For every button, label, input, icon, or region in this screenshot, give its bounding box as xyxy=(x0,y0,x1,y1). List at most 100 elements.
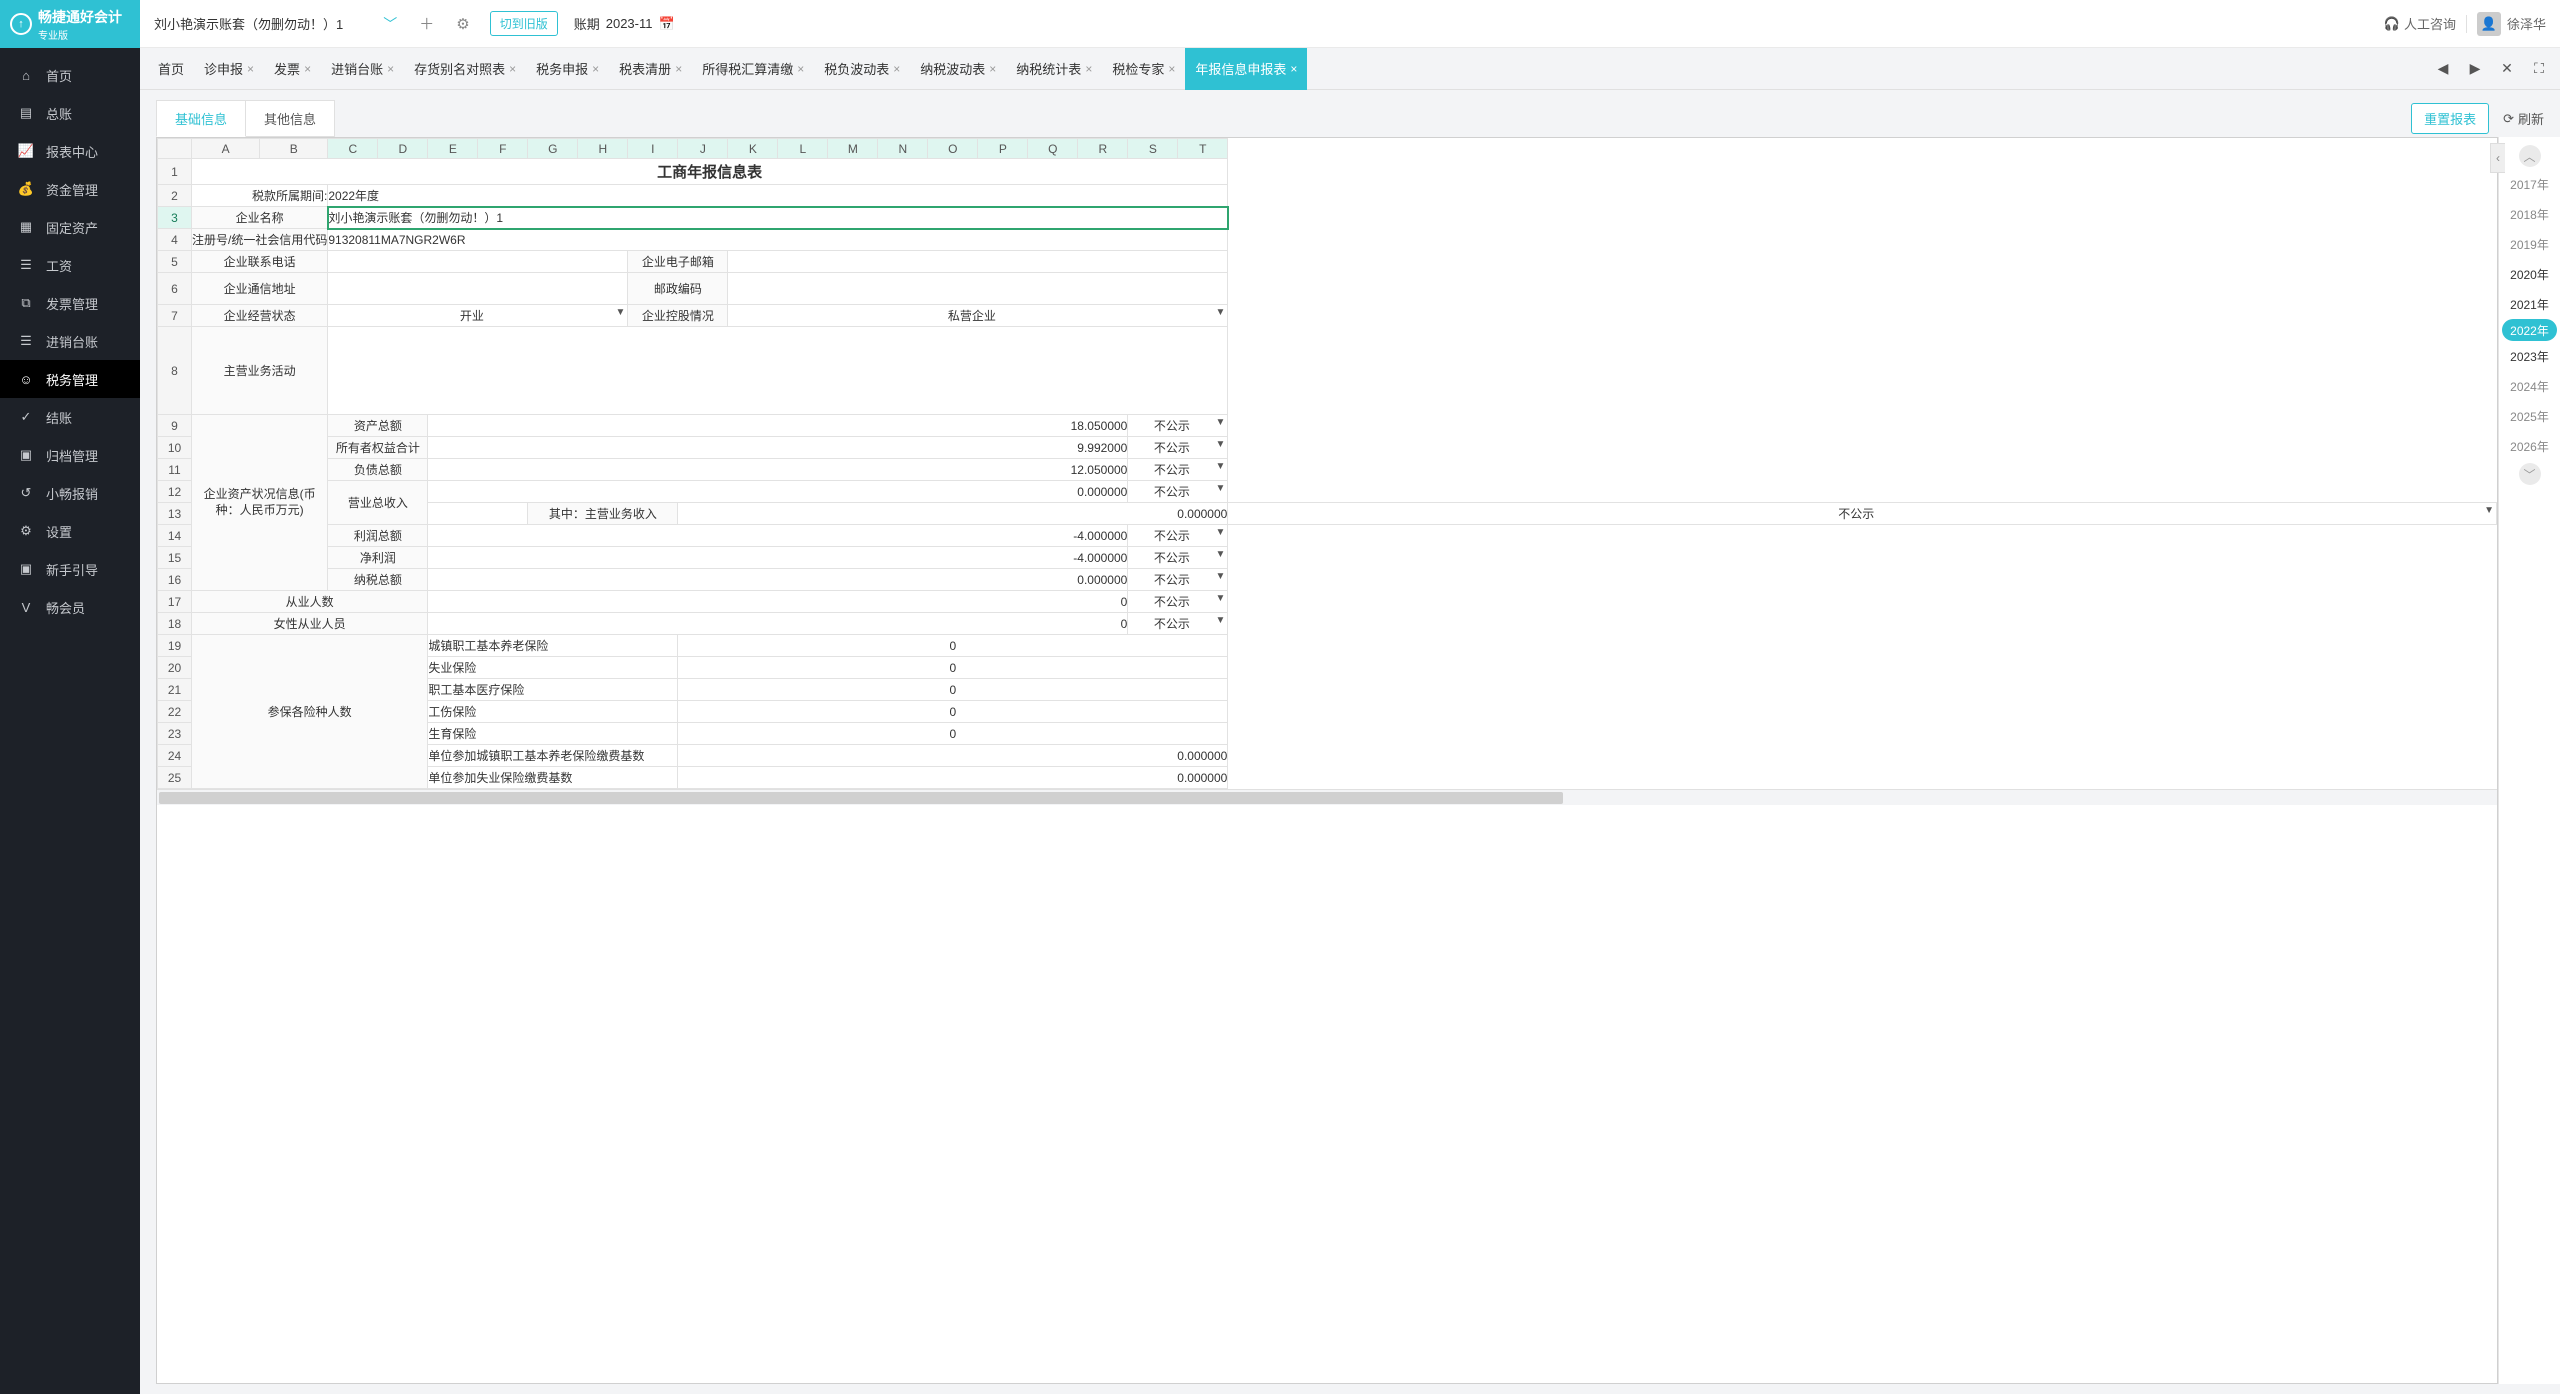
subtab[interactable]: 其他信息 xyxy=(246,100,335,137)
value-cell[interactable]: 2022年度 xyxy=(328,185,1228,207)
sidebar-item[interactable]: ⚙设置 xyxy=(0,512,140,550)
tab[interactable]: 进销台账× xyxy=(321,48,404,90)
close-icon[interactable]: × xyxy=(1085,62,1092,76)
dropdown-icon[interactable]: ▼ xyxy=(2484,505,2494,516)
close-icon[interactable]: × xyxy=(387,62,394,76)
dropdown-icon[interactable]: ▼ xyxy=(1215,571,1225,582)
dropdown-icon[interactable]: ▼ xyxy=(1215,549,1225,560)
value-cell[interactable] xyxy=(728,251,1228,273)
sidebar-item[interactable]: ▣归档管理 xyxy=(0,436,140,474)
value-cell[interactable]: 0.000000 xyxy=(428,481,1128,503)
tab-next-button[interactable]: ▶ xyxy=(2462,56,2488,82)
close-icon[interactable]: × xyxy=(304,62,311,76)
row-header[interactable]: 25 xyxy=(158,767,192,789)
column-header[interactable]: C xyxy=(328,139,378,159)
tab[interactable]: 存货别名对照表× xyxy=(404,48,526,90)
sidebar-item[interactable]: 💰资金管理 xyxy=(0,170,140,208)
switch-old-button[interactable]: 切到旧版 xyxy=(490,11,558,36)
value-cell[interactable]: 0.000000 xyxy=(428,569,1128,591)
dropdown-icon[interactable]: ▼ xyxy=(1215,483,1225,494)
column-header[interactable]: A xyxy=(192,139,260,159)
value-cell[interactable]: 12.050000 xyxy=(428,459,1128,481)
row-header[interactable]: 9 xyxy=(158,415,192,437)
tab[interactable]: 所得税汇算清缴× xyxy=(692,48,814,90)
value-cell[interactable]: 刘小艳演示账套（勿删勿动！）1 xyxy=(328,207,1228,229)
dropdown-cell[interactable]: 不公示▼ xyxy=(1128,415,1228,437)
dropdown-icon[interactable]: ▼ xyxy=(615,307,625,318)
value-cell[interactable]: 9.992000 xyxy=(428,437,1128,459)
dropdown-cell[interactable]: 不公示▼ xyxy=(1128,481,1228,503)
close-icon[interactable]: × xyxy=(893,62,900,76)
row-header[interactable]: 22 xyxy=(158,701,192,723)
row-header[interactable]: 20 xyxy=(158,657,192,679)
sidebar-item[interactable]: ↺小畅报销 xyxy=(0,474,140,512)
column-header[interactable]: O xyxy=(928,139,978,159)
sidebar-item[interactable]: ⌂首页 xyxy=(0,56,140,94)
sidebar-item[interactable]: ⧉发票管理 xyxy=(0,284,140,322)
dropdown-cell[interactable]: 不公示▼ xyxy=(1128,459,1228,481)
row-header[interactable]: 12 xyxy=(158,481,192,503)
value-cell[interactable]: 0 xyxy=(428,613,1128,635)
value-cell[interactable] xyxy=(328,273,628,305)
horizontal-scrollbar[interactable] xyxy=(157,789,2497,805)
column-header[interactable]: Q xyxy=(1028,139,1078,159)
column-header[interactable]: S xyxy=(1128,139,1178,159)
close-icon[interactable]: × xyxy=(247,62,254,76)
row-header[interactable]: 13 xyxy=(158,503,192,525)
tab-prev-button[interactable]: ◀ xyxy=(2430,56,2456,82)
column-header[interactable]: M xyxy=(828,139,878,159)
value-cell[interactable]: 0.000000 xyxy=(678,767,1228,789)
column-header[interactable]: T xyxy=(1178,139,1228,159)
tab-close-all-button[interactable]: ✕ xyxy=(2494,56,2520,82)
sidebar-item[interactable]: ▣新手引导 xyxy=(0,550,140,588)
tab[interactable]: 首页 xyxy=(148,48,194,90)
year-up-button[interactable]: ︿ xyxy=(2519,145,2541,167)
dropdown-icon[interactable]: ▼ xyxy=(1215,439,1225,450)
column-header[interactable]: R xyxy=(1078,139,1128,159)
column-header[interactable]: E xyxy=(428,139,478,159)
value-cell[interactable] xyxy=(728,273,1228,305)
dropdown-icon[interactable]: ▼ xyxy=(1215,527,1225,538)
value-cell[interactable] xyxy=(328,251,628,273)
tab[interactable]: 年报信息申报表× xyxy=(1185,48,1307,90)
value-cell[interactable]: 0 xyxy=(678,723,1228,745)
column-header[interactable]: L xyxy=(778,139,828,159)
year-down-button[interactable]: ﹀ xyxy=(2519,463,2541,485)
year-item[interactable]: 2023年 xyxy=(2510,341,2549,371)
row-header[interactable]: 19 xyxy=(158,635,192,657)
tab[interactable]: 纳税波动表× xyxy=(910,48,1006,90)
close-icon[interactable]: × xyxy=(509,62,516,76)
column-header[interactable]: G xyxy=(528,139,578,159)
dropdown-cell[interactable]: 不公示▼ xyxy=(1128,525,1228,547)
dropdown-cell[interactable]: 不公示▼ xyxy=(1128,569,1228,591)
column-header[interactable]: J xyxy=(678,139,728,159)
column-header[interactable]: D xyxy=(378,139,428,159)
select-all-corner[interactable] xyxy=(158,139,192,159)
dropdown-cell[interactable]: 开业▼ xyxy=(328,305,628,327)
column-header[interactable]: K xyxy=(728,139,778,159)
tab[interactable]: 诊申报× xyxy=(194,48,264,90)
dropdown-icon[interactable]: ▼ xyxy=(1215,461,1225,472)
close-icon[interactable]: × xyxy=(1290,62,1297,76)
year-item[interactable]: 2021年 xyxy=(2510,289,2549,319)
row-header[interactable]: 5 xyxy=(158,251,192,273)
dropdown-cell[interactable]: 私营企业▼ xyxy=(728,305,1228,327)
dropdown-icon[interactable]: ▼ xyxy=(1215,417,1225,428)
dropdown-icon[interactable]: ▼ xyxy=(1215,593,1225,604)
row-header[interactable]: 3 xyxy=(158,207,192,229)
column-header[interactable]: I xyxy=(628,139,678,159)
value-cell[interactable]: 0.000000 xyxy=(678,745,1228,767)
value-cell[interactable]: 0 xyxy=(428,591,1128,613)
column-header[interactable]: H xyxy=(578,139,628,159)
row-header[interactable]: 24 xyxy=(158,745,192,767)
value-cell[interactable]: 0.000000 xyxy=(678,503,1228,525)
row-header[interactable]: 2 xyxy=(158,185,192,207)
close-icon[interactable]: × xyxy=(1168,62,1175,76)
column-header[interactable]: B xyxy=(260,139,328,159)
sidebar-item[interactable]: ☺税务管理 xyxy=(0,360,140,398)
add-icon[interactable]: ＋ xyxy=(419,13,434,34)
row-header[interactable]: 4 xyxy=(158,229,192,251)
year-item[interactable]: 2020年 xyxy=(2510,259,2549,289)
dropdown-cell[interactable]: 不公示▼ xyxy=(1128,437,1228,459)
tab[interactable]: 发票× xyxy=(264,48,321,90)
